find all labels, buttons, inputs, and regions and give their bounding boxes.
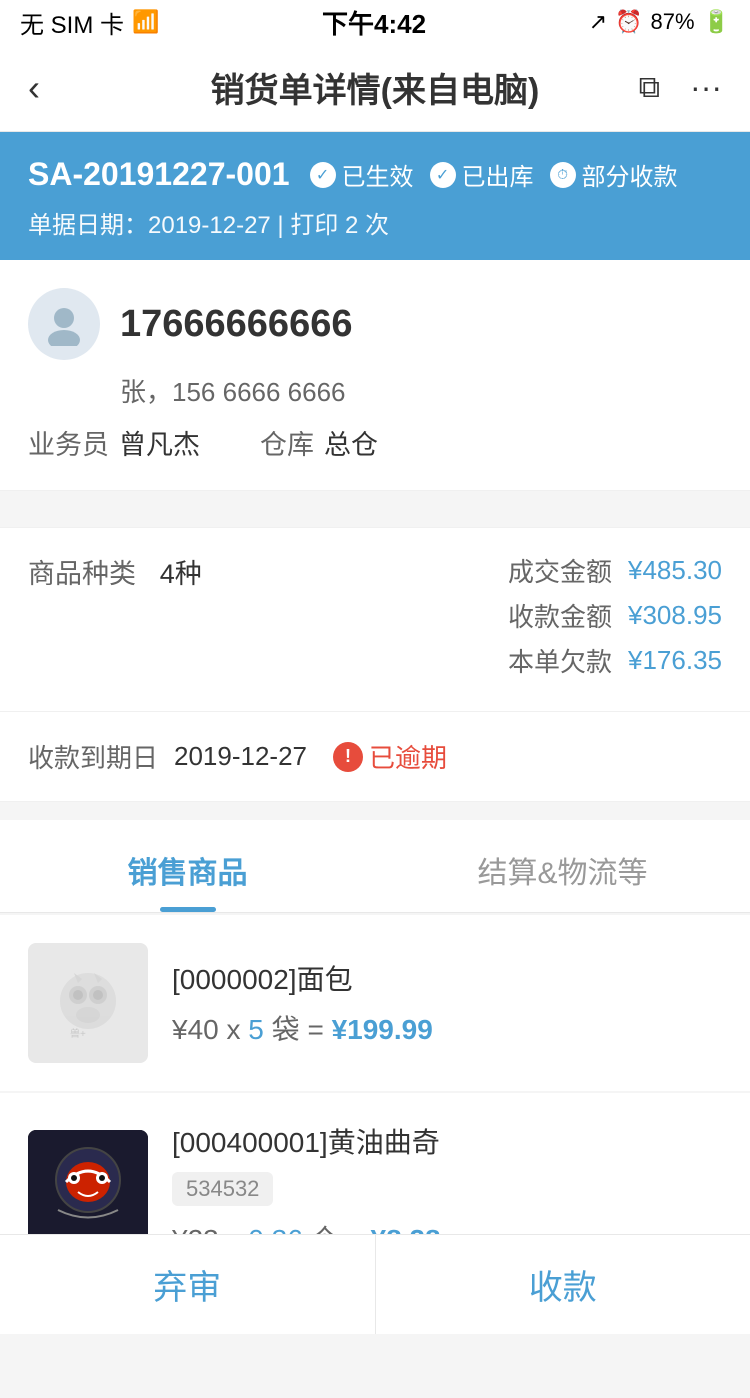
cancel-button[interactable]: 弃审: [0, 1235, 376, 1334]
status-carrier: 无 SIM 卡 📶: [20, 5, 159, 40]
collect-button[interactable]: 收款: [376, 1235, 750, 1334]
overdue-text: 已逾期: [369, 738, 447, 775]
order-id-row: SA-20191227-001 ✓ 已生效 ✓ 已出库 ⏱ 部分收款: [28, 156, 722, 193]
sales-person-item: 业务员 曾凡杰: [28, 423, 200, 462]
status-badges: ✓ 已生效 ✓ 已出库 ⏱ 部分收款: [310, 157, 678, 192]
due-date-section: 收款到期日 2019-12-27 ! 已逾期: [0, 712, 750, 802]
customer-phone: 17666666666: [120, 303, 352, 346]
tab-settlement[interactable]: 结算&物流等: [375, 820, 750, 912]
amount-label-2: 收款金额: [508, 597, 612, 634]
tab-sales-label: 销售商品: [128, 857, 248, 890]
tab-settlement-label: 结算&物流等: [477, 857, 647, 890]
product-equal-1: =: [307, 1014, 331, 1045]
warehouse-label: 仓库: [260, 423, 314, 462]
avatar: [28, 288, 100, 360]
status-time: 下午4:42: [322, 4, 426, 41]
nav-actions: ⧉ ···: [639, 69, 722, 106]
product-info-1: [0000002]面包 ¥40 x 5 袋 = ¥199.99: [172, 958, 722, 1048]
carrier-text: 无 SIM 卡: [20, 5, 124, 40]
due-label: 收款到期日: [28, 738, 158, 775]
customer-card: 17666666666 张，156 6666 6666 业务员 曾凡杰 仓库 总…: [0, 260, 750, 491]
badge-shipped: ✓ 已出库: [430, 157, 534, 192]
product-multiply-1: x: [227, 1014, 249, 1045]
summary-left: 商品种类 4种: [28, 552, 202, 591]
product-type-label: 商品种类: [28, 559, 136, 589]
product-total-1: ¥199.99: [332, 1014, 433, 1045]
list-item: 兽+ [0000002]面包 ¥40 x 5 袋 = ¥199.99: [0, 915, 750, 1091]
summary-section: 商品种类 4种 成交金额 ¥485.30 收款金额 ¥308.95 本单欠款 ¥…: [0, 527, 750, 712]
tab-sales[interactable]: 销售商品: [0, 820, 375, 912]
sales-person-label: 业务员: [28, 423, 109, 462]
nav-bar: ‹ 销货单详情(来自电脑) ⧉ ···: [0, 44, 750, 132]
product-name-1: [0000002]面包: [172, 958, 722, 998]
product-count: 4种: [160, 559, 202, 589]
sales-person-value: 曾凡杰: [119, 423, 200, 462]
bottom-bar: 弃审 收款: [0, 1234, 750, 1334]
order-id: SA-20191227-001: [28, 156, 290, 193]
status-bar: 无 SIM 卡 📶 下午4:42 ↗ ⏰ 87% 🔋: [0, 0, 750, 44]
svg-text:兽+: 兽+: [70, 1027, 86, 1040]
amount-value-1: ¥485.30: [628, 555, 722, 586]
status-right: ↗ ⏰ 87% 🔋: [589, 9, 730, 35]
badge-shipped-label: 已出库: [462, 157, 534, 192]
order-header: SA-20191227-001 ✓ 已生效 ✓ 已出库 ⏱ 部分收款: [0, 132, 750, 260]
amount-label-1: 成交金额: [508, 552, 612, 589]
amount-label-3: 本单欠款: [508, 642, 612, 679]
product-sku-2: 534532: [172, 1172, 273, 1206]
customer-sub-info: 张，156 6666 6666: [28, 372, 722, 409]
product-name-2: [000400001]黄油曲奇: [172, 1121, 722, 1161]
product-price-row-1: ¥40 x 5 袋 = ¥199.99: [172, 1008, 722, 1048]
location-icon: ↗: [589, 9, 607, 35]
badge-partial-label: 部分收款: [582, 157, 678, 192]
sep-1: [0, 491, 750, 509]
back-button[interactable]: ‹: [18, 57, 50, 119]
badge-activated-label: 已生效: [342, 157, 414, 192]
amount-value-2: ¥308.95: [628, 600, 722, 631]
product-price-1: ¥40: [172, 1014, 219, 1045]
amount-row-1: 成交金额 ¥485.30: [508, 552, 722, 589]
battery-text: 87%: [651, 9, 695, 35]
order-meta: 单据日期：2019-12-27 | 打印 2 次: [28, 205, 722, 240]
export-button[interactable]: ⧉: [639, 71, 660, 105]
amount-row-2: 收款金额 ¥308.95: [508, 597, 722, 634]
summary-right: 成交金额 ¥485.30 收款金额 ¥308.95 本单欠款 ¥176.35: [508, 552, 722, 687]
clock-icon: ⏱: [550, 162, 576, 188]
tabs-section: 销售商品 结算&物流等: [0, 820, 750, 913]
check-icon-1: ✓: [310, 162, 336, 188]
product-qty-1: 5: [248, 1014, 264, 1045]
due-date-value: 2019-12-27: [174, 741, 307, 772]
more-button[interactable]: ···: [690, 69, 722, 106]
amount-row-3: 本单欠款 ¥176.35: [508, 642, 722, 679]
page-title: 销货单详情(来自电脑): [211, 63, 540, 112]
tabs-row: 销售商品 结算&物流等: [0, 820, 750, 912]
badge-activated: ✓ 已生效: [310, 157, 414, 192]
customer-row: 17666666666: [28, 288, 722, 360]
product-thumb-1: 兽+: [28, 943, 148, 1063]
check-icon-2: ✓: [430, 162, 456, 188]
product-thumb-2: diamond whales: [28, 1130, 148, 1250]
battery-icon: 🔋: [703, 9, 730, 35]
summary-row: 商品种类 4种 成交金额 ¥485.30 收款金额 ¥308.95 本单欠款 ¥…: [28, 552, 722, 687]
wifi-icon: 📶: [132, 9, 159, 35]
customer-detail-row: 业务员 曾凡杰 仓库 总仓: [28, 423, 722, 462]
overdue-icon: !: [333, 742, 363, 772]
product-unit-1: 袋: [272, 1014, 300, 1045]
badge-partial: ⏱ 部分收款: [550, 157, 678, 192]
warehouse-item: 仓库 总仓: [260, 423, 378, 462]
alarm-icon: ⏰: [615, 9, 642, 35]
overdue-badge: ! 已逾期: [323, 734, 457, 779]
warehouse-value: 总仓: [324, 423, 378, 462]
amount-value-3: ¥176.35: [628, 645, 722, 676]
